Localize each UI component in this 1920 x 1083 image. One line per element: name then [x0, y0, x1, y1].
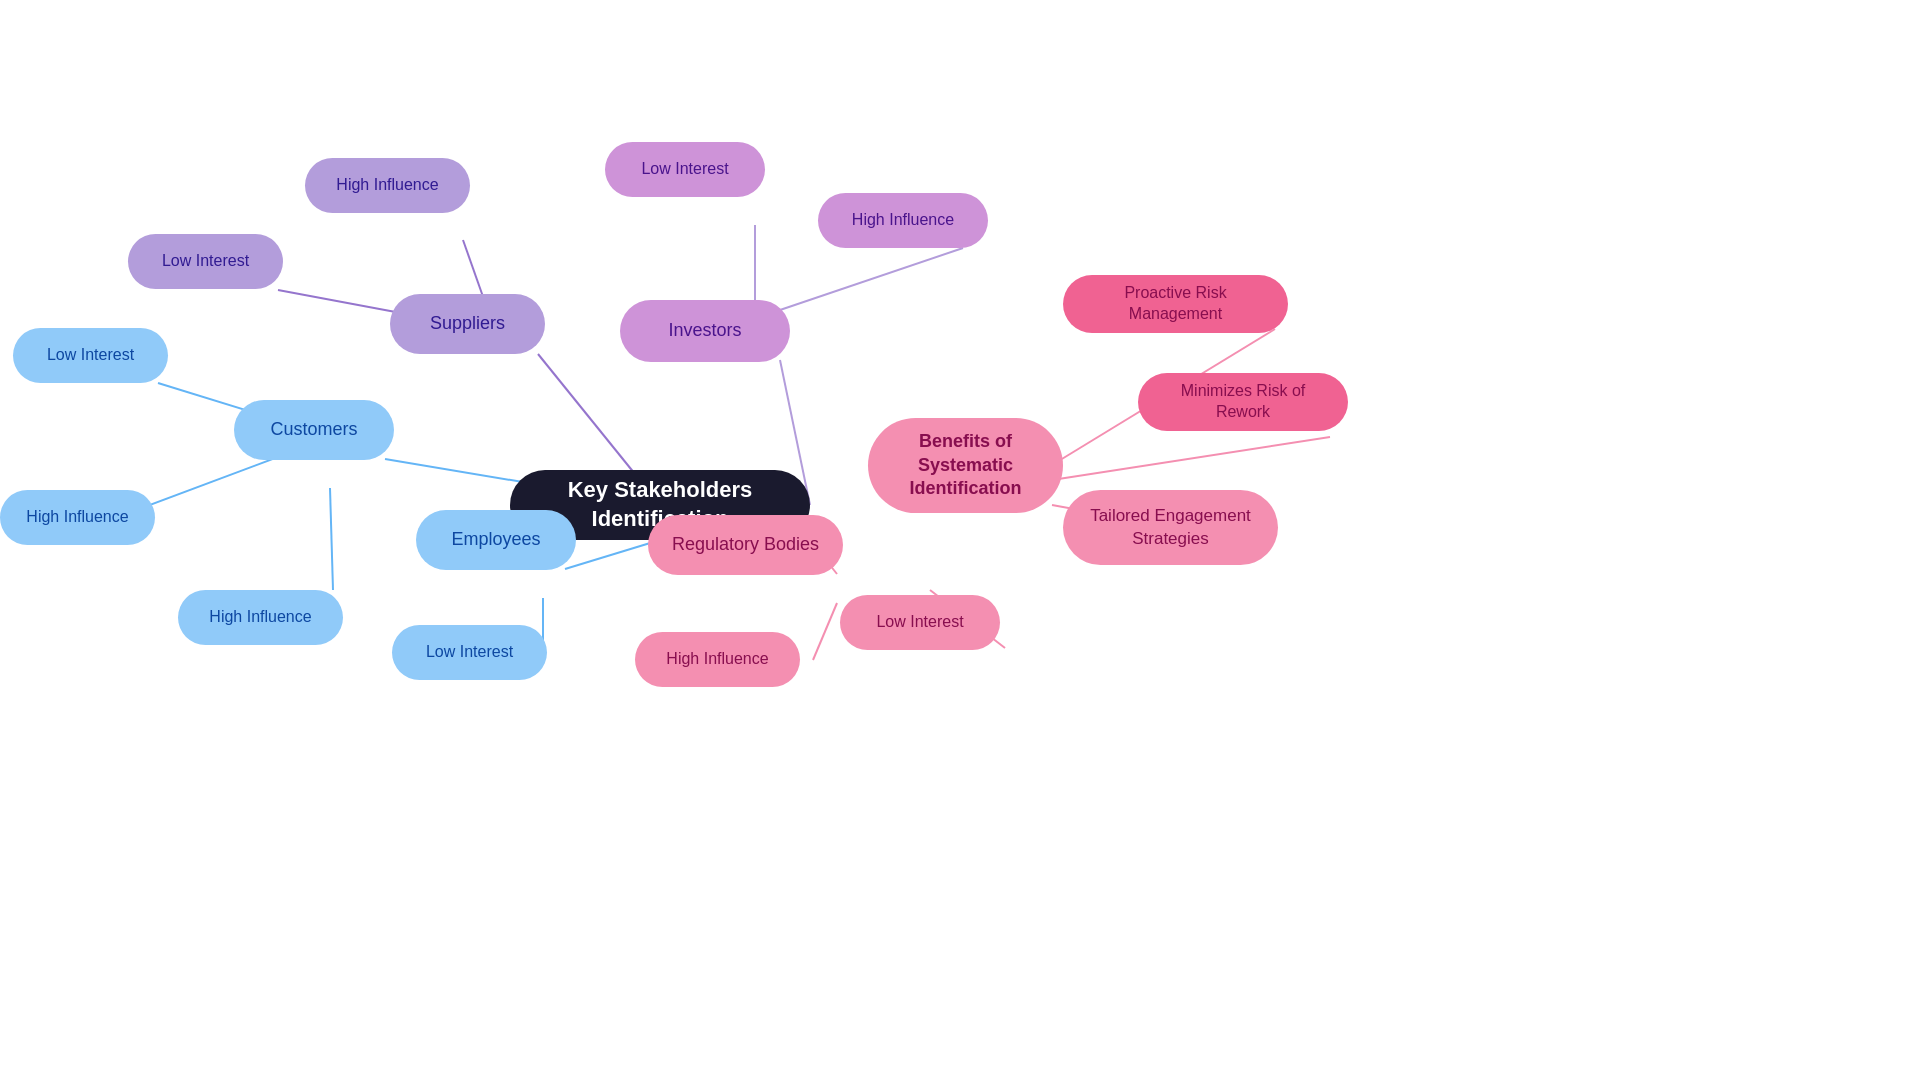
investors-node: Investors — [620, 300, 790, 362]
benefits-minimizes-node: Minimizes Risk of Rework — [1138, 373, 1348, 431]
customers-high-influence2-node: High Influence — [178, 590, 343, 645]
suppliers-low-interest-node: Low Interest — [128, 234, 283, 289]
suppliers-node: Suppliers — [390, 294, 545, 354]
investors-low-interest-node: Low Interest — [605, 142, 765, 197]
svg-line-9 — [330, 488, 333, 590]
employees-low-interest-node: Low Interest — [392, 625, 547, 680]
benefits-proactive-node: Proactive Risk Management — [1063, 275, 1288, 333]
customers-high-influence-node: High Influence — [0, 490, 155, 545]
suppliers-high-influence-node: High Influence — [305, 158, 470, 213]
investors-high-influence-node: High Influence — [818, 193, 988, 248]
svg-line-2 — [780, 248, 963, 310]
employees-node: Employees — [416, 510, 576, 570]
regulatory-node: Regulatory Bodies — [648, 515, 843, 575]
svg-line-17 — [1052, 437, 1330, 480]
benefits-node: Benefits of Systematic Identification — [868, 418, 1063, 513]
customers-node: Customers — [234, 400, 394, 460]
svg-line-13 — [813, 603, 837, 660]
regulatory-low-interest-node: Low Interest — [840, 595, 1000, 650]
customers-low-interest-node: Low Interest — [13, 328, 168, 383]
benefits-tailored-node: Tailored Engagement Strategies — [1063, 490, 1278, 565]
svg-line-10 — [565, 540, 660, 569]
regulatory-high-influence-node: High Influence — [635, 632, 800, 687]
